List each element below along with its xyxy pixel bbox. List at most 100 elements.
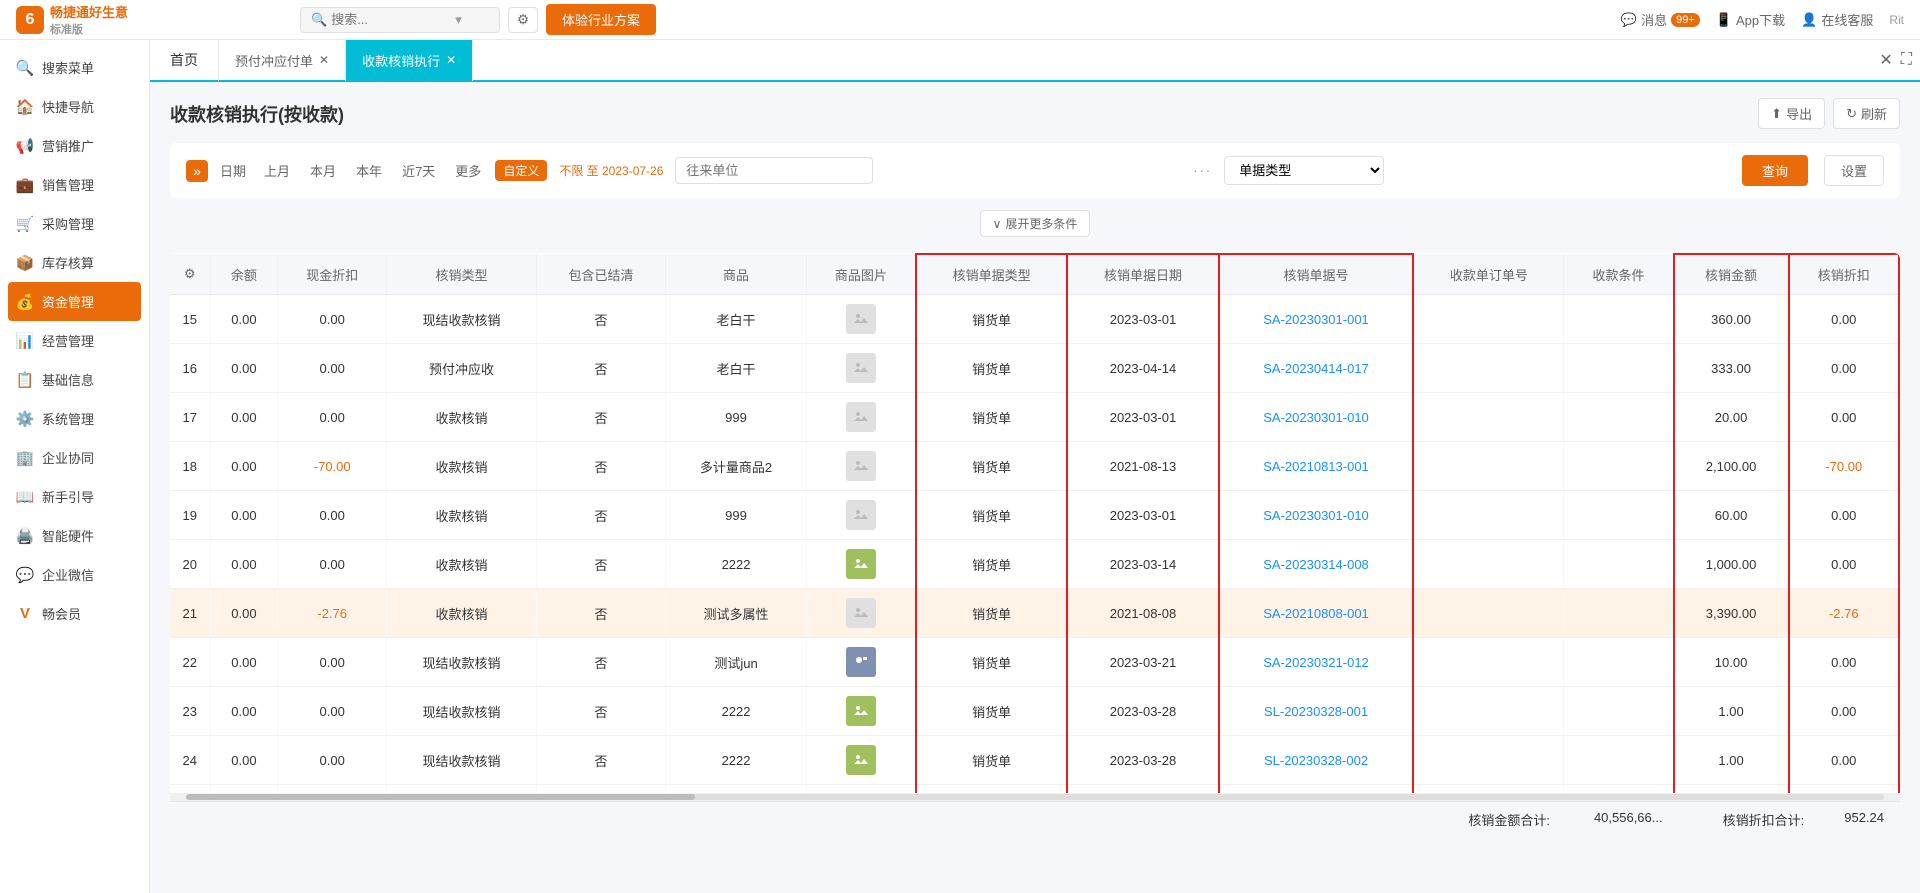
chevron-down-icon[interactable]: ▾ (455, 12, 462, 28)
hx-doc-no-link[interactable]: SA-20210813-001 (1263, 459, 1369, 474)
gear-button[interactable]: ⚙ (508, 7, 538, 33)
tab-collection[interactable]: 收款核销执行 ✕ (346, 40, 473, 81)
sidebar-item-wechat[interactable]: 💬 企业微信 (0, 555, 149, 594)
app-download-item[interactable]: 📱 App下载 (1716, 10, 1785, 29)
hx-doc-no-link[interactable]: SA-20230301-001 (1263, 312, 1369, 327)
tab-prepay-close[interactable]: ✕ (319, 53, 329, 67)
tab-collection-close[interactable]: ✕ (446, 53, 456, 67)
date-filter-label: 日期 (220, 161, 246, 180)
cell-hx-doc-no[interactable]: SL-20230328-002 (1219, 736, 1414, 785)
cell-receipt-order-no (1413, 785, 1564, 794)
sidebar-item-marketing[interactable]: 📢 营销推广 (0, 126, 149, 165)
sidebar-item-system[interactable]: ⚙️ 系统管理 (0, 399, 149, 438)
sidebar-item-business[interactable]: 📊 经营管理 (0, 321, 149, 360)
cell-hx-amount: 60.00 (1674, 491, 1789, 540)
scroll-bar[interactable] (170, 793, 1900, 801)
cell-hx-doc-date: 2023-03-01 (1067, 295, 1218, 344)
export-button[interactable]: ⬆ 导出 (1758, 98, 1825, 129)
cell-receipt-order-no (1413, 344, 1564, 393)
hx-doc-no-link[interactable]: SA-20230414-017 (1263, 361, 1369, 376)
search-input[interactable] (331, 12, 451, 27)
table-container: ⚙ 余额 现金折扣 核销类型 包含已结清 商品 商品图片 核销单据类型 核销单据… (170, 253, 1900, 837)
online-service-item[interactable]: 👤 在线客服 (1801, 10, 1873, 29)
cell-hx-doc-no[interactable]: SA-20230414-017 (1219, 344, 1414, 393)
sidebar-item-enterprise[interactable]: 🏢 企业协同 (0, 438, 149, 477)
hx-doc-no-link[interactable]: SA-20230314-008 (1263, 557, 1369, 572)
sidebar-item-smarthw[interactable]: 🖨️ 智能硬件 (0, 516, 149, 555)
sidebar-item-label: 基础信息 (42, 370, 94, 389)
industry-solution-button[interactable]: 体验行业方案 (546, 4, 656, 35)
cell-hx-doc-no[interactable]: SA-20230301-010 (1219, 491, 1414, 540)
cell-hx-doc-no[interactable]: SA-20230321-012 (1219, 638, 1414, 687)
cell-no: 24 (170, 736, 210, 785)
hx-doc-no-link[interactable]: SA-20230321-012 (1263, 655, 1369, 670)
custom-date-btn[interactable]: 自定义 (495, 160, 547, 181)
cell-hx-doc-no[interactable]: SA-20230301-010 (1219, 393, 1414, 442)
this-year-btn[interactable]: 本年 (350, 159, 388, 182)
tab-prepay[interactable]: 预付冲应付单 ✕ (219, 40, 346, 81)
from-unit-input[interactable] (675, 157, 873, 184)
this-month-btn[interactable]: 本月 (304, 159, 342, 182)
message-item[interactable]: 💬 消息 99+ (1621, 10, 1700, 29)
cell-hx-doc-no[interactable]: SA-20210808-001 (1219, 589, 1414, 638)
search-area[interactable]: 🔍 ▾ (300, 7, 500, 33)
sidebar-item-member[interactable]: V 畅会员 (0, 594, 149, 633)
cell-product-img (806, 638, 916, 687)
cell-receipt-order-no (1413, 491, 1564, 540)
cell-hx-doc-no[interactable]: SA-20230301-001 (1219, 295, 1414, 344)
refresh-button[interactable]: ↻ 刷新 (1833, 98, 1900, 129)
hx-doc-no-link[interactable]: SL-20230328-001 (1264, 704, 1368, 719)
query-button[interactable]: 查询 (1742, 155, 1808, 186)
tab-home[interactable]: 首页 (150, 40, 219, 81)
th-include-settled: 包含已结清 (536, 254, 665, 295)
sidebar-item-baseinfo[interactable]: 📋 基础信息 (0, 360, 149, 399)
page-title-row: 收款核销执行(按收款) ⬆ 导出 ↻ 刷新 (170, 98, 1900, 129)
cell-product-img (806, 785, 916, 794)
message-badge: 99+ (1671, 13, 1700, 27)
cell-hx-doc-no[interactable]: SA-20230331-026 (1219, 785, 1414, 794)
cell-receipt-order-no (1413, 638, 1564, 687)
sidebar-item-label: 资金管理 (42, 292, 94, 311)
tab-close-window-icon[interactable]: ✕ (1879, 50, 1892, 70)
hx-doc-no-link[interactable]: SL-20230328-002 (1264, 753, 1368, 768)
cell-hx-doc-no[interactable]: SA-20230314-008 (1219, 540, 1414, 589)
cell-include-settled: 否 (536, 785, 665, 794)
hx-doc-no-link[interactable]: SA-20230301-010 (1263, 410, 1369, 425)
table-row: 19 0.00 0.00 收款核销 否 999 销货单 2023-03-01 S… (170, 491, 1899, 540)
tab-maximize-icon[interactable]: ⛶ (1901, 51, 1912, 69)
recent7-btn[interactable]: 近7天 (396, 159, 441, 182)
hx-doc-no-link[interactable]: SA-20230301-010 (1263, 508, 1369, 523)
expand-more-button[interactable]: ∨ 展开更多条件 (980, 210, 1091, 237)
logo-icon: 6 (16, 6, 44, 34)
tab-prepay-label: 预付冲应付单 (235, 51, 313, 70)
last-month-btn[interactable]: 上月 (258, 159, 296, 182)
hx-doc-no-link[interactable]: SA-20210808-001 (1263, 606, 1369, 621)
table-row: 20 0.00 0.00 收款核销 否 2222 销货单 2023-03-14 … (170, 540, 1899, 589)
filter-dots: ··· (1193, 163, 1212, 178)
cell-hx-doc-date: 2023-03-14 (1067, 540, 1218, 589)
sidebar-item-search[interactable]: 🔍 搜索菜单 (0, 48, 149, 87)
sidebar-item-purchase[interactable]: 🛒 采购管理 (0, 204, 149, 243)
cell-balance: 0.00 (210, 295, 278, 344)
sidebar-item-label: 系统管理 (42, 409, 94, 428)
sidebar-item-finance[interactable]: 💰 资金管理 (8, 282, 141, 321)
cell-hx-doc-type: 销货单 (916, 638, 1067, 687)
sidebar-item-guide[interactable]: 📖 新手引导 (0, 477, 149, 516)
cell-hx-doc-no[interactable]: SL-20230328-001 (1219, 687, 1414, 736)
cell-hx-amount: 2,100.00 (1674, 442, 1789, 491)
cell-hx-type: 现结收款核销 (387, 736, 537, 785)
filter-expand-button[interactable]: » (186, 160, 208, 182)
cell-hx-type: 收款核销 (387, 589, 537, 638)
more-btn[interactable]: 更多 (449, 159, 487, 182)
th-receipt-order-no: 收款单订单号 (1413, 254, 1564, 295)
cell-include-settled: 否 (536, 736, 665, 785)
sidebar-item-inventory[interactable]: 📦 库存核算 (0, 243, 149, 282)
sidebar-item-sales[interactable]: 💼 销售管理 (0, 165, 149, 204)
settings-button[interactable]: 设置 (1824, 155, 1884, 186)
doc-type-select[interactable]: 单据类型 (1224, 156, 1384, 185)
sidebar-item-quicknav[interactable]: 🏠 快捷导航 (0, 87, 149, 126)
cell-product: 2222 (666, 687, 807, 736)
table-wrapper[interactable]: ⚙ 余额 现金折扣 核销类型 包含已结清 商品 商品图片 核销单据类型 核销单据… (170, 253, 1900, 793)
cell-hx-doc-no[interactable]: SA-20210813-001 (1219, 442, 1414, 491)
cell-cash-discount: 0.00 (278, 638, 387, 687)
